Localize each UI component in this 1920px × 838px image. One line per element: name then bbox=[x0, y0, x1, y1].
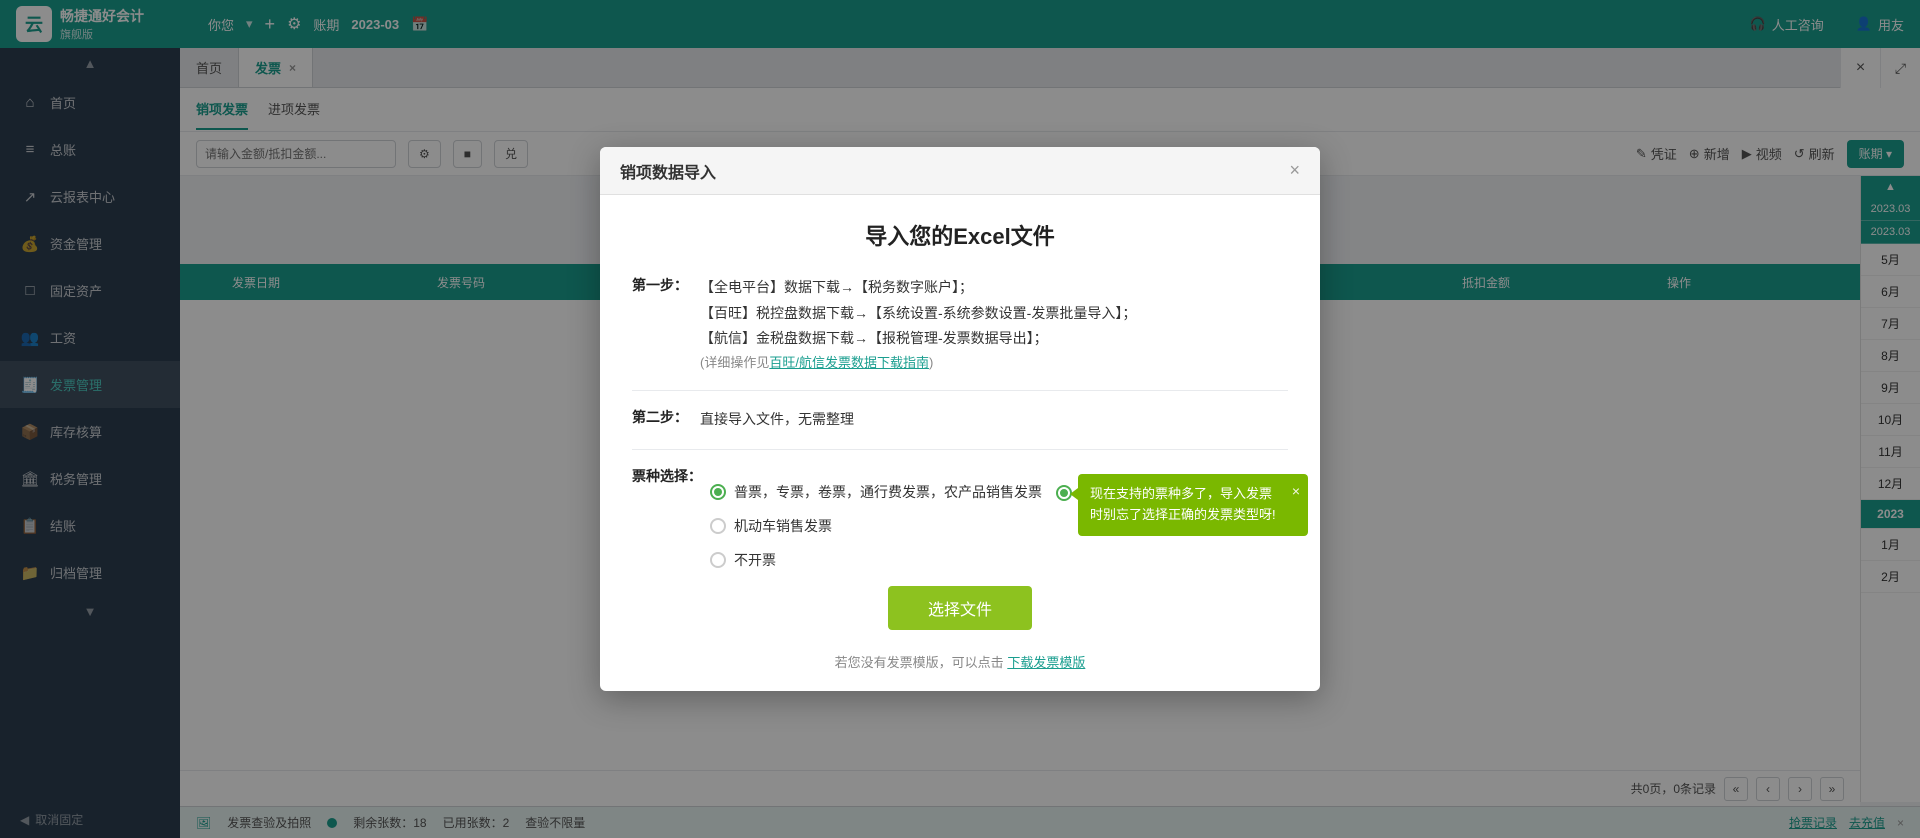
divider1 bbox=[632, 390, 1288, 391]
step1-line1: 【全电平台】数据下载→【税务数字账户】； bbox=[700, 275, 1136, 300]
radio-group-container: 普票，专票，卷票，通行费发票，农产品销售发票 现在支持的票种多了，导入发票时别忘… bbox=[710, 466, 1070, 570]
tooltip-trigger-dot[interactable] bbox=[1058, 487, 1070, 499]
step1-content: 【全电平台】数据下载→【税务数字账户】； 【百旺】税控盘数据下载→【系统设置-系… bbox=[700, 275, 1136, 374]
radio-dot-1 bbox=[714, 488, 722, 496]
modal-header: 销项数据导入 × bbox=[600, 147, 1320, 195]
radio-circle-2[interactable] bbox=[710, 518, 726, 534]
radio-label-1: 普票，专票，卷票，通行费发票，农产品销售发票 bbox=[734, 482, 1042, 502]
ticket-selection-row: 票种选择： 普票，专票，卷票，通行费发票，农产品销售发票 bbox=[632, 466, 1288, 570]
step1-row: 第一步： 【全电平台】数据下载→【税务数字账户】； 【百旺】税控盘数据下载→【系… bbox=[632, 275, 1288, 374]
step2-label: 第二步： bbox=[632, 407, 692, 427]
step1-label: 第一步： bbox=[632, 275, 692, 295]
select-file-btn[interactable]: 选择文件 bbox=[888, 586, 1032, 630]
modal-title: 销项数据导入 bbox=[620, 159, 1289, 183]
radio-label-2: 机动车销售发票 bbox=[734, 516, 832, 536]
step1-line2: 【百旺】税控盘数据下载→【系统设置-系统参数设置-发票批量导入】； bbox=[700, 301, 1136, 326]
step1-note: (详细操作见百旺/航信发票数据下载指南) bbox=[700, 351, 1136, 374]
guide-link[interactable]: 百旺/航信发票数据下载指南 bbox=[769, 355, 929, 370]
radio-item-3[interactable]: 不开票 bbox=[710, 550, 1070, 570]
radio-row-1: 普票，专票，卷票，通行费发票，农产品销售发票 现在支持的票种多了，导入发票时别忘… bbox=[710, 482, 1070, 502]
tooltip-text: 现在支持的票种多了，导入发票时别忘了选择正确的发票类型呀! bbox=[1090, 486, 1276, 522]
step2-content: 直接导入文件，无需整理 bbox=[700, 407, 854, 432]
radio-circle-3[interactable] bbox=[710, 552, 726, 568]
step2-row: 第二步： 直接导入文件，无需整理 bbox=[632, 407, 1288, 432]
modal-body: 导入您的Excel文件 第一步： 【全电平台】数据下载→【税务数字账户】； 【百… bbox=[600, 195, 1320, 690]
modal-footer-note: 若您没有发票模版，可以点击 下载发票模版 bbox=[632, 652, 1288, 671]
radio-item-1[interactable]: 普票，专票，卷票，通行费发票，农产品销售发票 bbox=[710, 482, 1042, 502]
modal-backdrop: 销项数据导入 × 导入您的Excel文件 第一步： 【全电平台】数据下载→【税务… bbox=[0, 0, 1920, 838]
radio-label-3: 不开票 bbox=[734, 550, 776, 570]
radio-item-2[interactable]: 机动车销售发票 bbox=[710, 516, 1070, 536]
download-template-link[interactable]: 下载发票模版 bbox=[1007, 655, 1085, 670]
tooltip-bubble: 现在支持的票种多了，导入发票时别忘了选择正确的发票类型呀! × bbox=[1078, 474, 1308, 536]
tooltip-close-btn[interactable]: × bbox=[1292, 480, 1300, 502]
tooltip-arrow bbox=[1070, 488, 1078, 500]
radio-group: 普票，专票，卷票，通行费发票，农产品销售发票 现在支持的票种多了，导入发票时别忘… bbox=[710, 482, 1070, 570]
ticket-label: 票种选择： bbox=[632, 466, 702, 486]
radio-circle-1[interactable] bbox=[710, 484, 726, 500]
divider2 bbox=[632, 449, 1288, 450]
modal-close-btn[interactable]: × bbox=[1289, 160, 1300, 181]
modal-footer: 选择文件 bbox=[632, 570, 1288, 640]
import-modal: 销项数据导入 × 导入您的Excel文件 第一步： 【全电平台】数据下载→【税务… bbox=[600, 147, 1320, 690]
modal-main-title: 导入您的Excel文件 bbox=[632, 219, 1288, 251]
step1-line3: 【航信】金税盘数据下载→【报税管理-发票数据导出】； bbox=[700, 326, 1136, 351]
tooltip-area: 现在支持的票种多了，导入发票时别忘了选择正确的发票类型呀! × bbox=[1058, 484, 1070, 499]
